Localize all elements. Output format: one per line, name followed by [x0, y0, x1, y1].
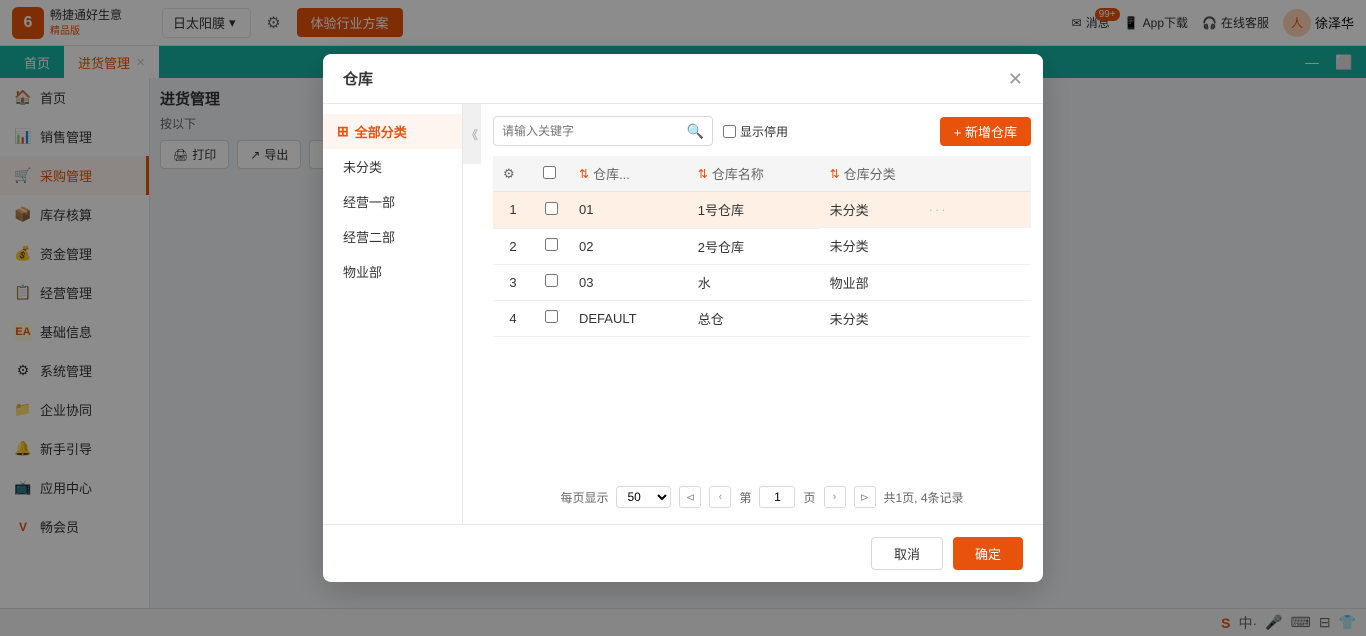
chevron-left-icon: 《 — [466, 126, 478, 143]
row-name-1: 1号仓库 — [688, 192, 820, 229]
add-warehouse-button[interactable]: + 新增仓库 — [940, 117, 1031, 146]
show-disabled-label: 显示停用 — [740, 123, 788, 140]
row-num: 4 — [493, 300, 533, 336]
row-name-4: 总仓 — [688, 300, 820, 336]
modal-main: 🔍 显示停用 + 新增仓库 ⚙ — [481, 104, 1043, 524]
modal-sidebar-dept2[interactable]: 经营二部 — [323, 219, 462, 254]
row-select-4[interactable] — [545, 310, 558, 323]
col-header-checkbox — [533, 156, 569, 192]
row-checkbox — [533, 192, 569, 229]
modal-sidebar-property[interactable]: 物业部 — [323, 254, 462, 289]
row-code-3: 03 — [569, 264, 688, 300]
all-category-label: 全部分类 — [355, 122, 407, 141]
row-code-1: 01 — [569, 192, 688, 229]
table-row[interactable]: 2 02 2号仓库 未分类 — [493, 228, 1031, 264]
select-all-checkbox[interactable] — [543, 166, 556, 179]
page-last-button[interactable]: ⊳ — [854, 486, 876, 508]
row-category-3: 物业部 — [820, 264, 1031, 300]
row-select-2[interactable] — [545, 238, 558, 251]
cancel-button[interactable]: 取消 — [871, 537, 943, 570]
table-body: 1 01 1号仓库 未分类 ··· 2 — [493, 192, 1031, 337]
page-suffix: 页 — [803, 489, 815, 506]
pagination: 每页显示 50 100 ⊲ ‹ 第 页 › ⊳ 共1页, 4条记录 — [493, 476, 1031, 512]
row-code-4: DEFAULT — [569, 300, 688, 336]
search-input[interactable] — [502, 124, 687, 138]
row-actions-1[interactable]: ··· — [929, 202, 948, 217]
row-checkbox — [533, 228, 569, 264]
row-checkbox — [533, 264, 569, 300]
sort-icon-code: ⇅ — [579, 167, 589, 181]
modal-close-button[interactable]: ✕ — [1008, 70, 1023, 88]
sidebar-collapse-button[interactable]: 《 — [463, 104, 481, 164]
confirm-button[interactable]: 确定 — [953, 537, 1023, 570]
col-header-code: ⇅ 仓库... — [569, 156, 688, 192]
modal-search-bar: 🔍 显示停用 + 新增仓库 — [493, 116, 1031, 146]
modal-header: 仓库 ✕ — [323, 54, 1043, 104]
modal-title: 仓库 — [343, 68, 373, 89]
col-code-label: 仓库... — [593, 164, 630, 183]
col-header-category: ⇅ 仓库分类 — [820, 156, 1031, 192]
page-label: 第 — [739, 489, 751, 506]
col-name-label: 仓库名称 — [712, 164, 764, 183]
table-row[interactable]: 3 03 水 物业部 — [493, 264, 1031, 300]
table-header-row: ⚙ ⇅ 仓库... — [493, 156, 1031, 192]
per-page-select[interactable]: 50 100 — [616, 486, 671, 508]
warehouse-table: ⚙ ⇅ 仓库... — [493, 156, 1031, 337]
warehouse-modal: 仓库 ✕ ⊞ 全部分类 未分类 经营一部 经营二部 物业部 《 — [323, 54, 1043, 582]
page-prev-button[interactable]: ‹ — [709, 486, 731, 508]
row-select-3[interactable] — [545, 274, 558, 287]
row-category-1: 未分类 ··· — [820, 192, 1031, 228]
modal-sidebar-dept1[interactable]: 经营一部 — [323, 184, 462, 219]
row-num: 3 — [493, 264, 533, 300]
modal-footer: 取消 确定 — [323, 524, 1043, 582]
search-icon[interactable]: 🔍 — [687, 123, 704, 140]
row-name-2: 2号仓库 — [688, 228, 820, 264]
row-select-1[interactable] — [545, 202, 558, 215]
col-header-gear: ⚙ — [493, 156, 533, 192]
col-category-label: 仓库分类 — [844, 164, 896, 183]
modal-sidebar-all[interactable]: ⊞ 全部分类 — [323, 114, 462, 149]
row-category-2: 未分类 — [820, 228, 1031, 264]
table-row[interactable]: 4 DEFAULT 总仓 未分类 — [493, 300, 1031, 336]
show-disabled-wrap: 显示停用 — [723, 123, 788, 140]
modal-overlay: 仓库 ✕ ⊞ 全部分类 未分类 经营一部 经营二部 物业部 《 — [0, 0, 1366, 636]
col-header-name: ⇅ 仓库名称 — [688, 156, 820, 192]
row-category-4: 未分类 — [820, 300, 1031, 336]
row-num: 2 — [493, 228, 533, 264]
row-num: 1 — [493, 192, 533, 229]
total-label: 共1页, 4条记录 — [884, 489, 964, 506]
modal-sidebar-uncategorized[interactable]: 未分类 — [323, 149, 462, 184]
gear-icon: ⚙ — [503, 166, 515, 181]
modal-body: ⊞ 全部分类 未分类 经营一部 经营二部 物业部 《 🔍 — [323, 104, 1043, 524]
grid-icon: ⊞ — [337, 123, 349, 140]
search-input-wrap: 🔍 — [493, 116, 713, 146]
page-first-button[interactable]: ⊲ — [679, 486, 701, 508]
per-page-label: 每页显示 — [560, 489, 608, 506]
row-name-3: 水 — [688, 264, 820, 300]
sort-icon-category: ⇅ — [830, 167, 840, 181]
modal-sidebar: ⊞ 全部分类 未分类 经营一部 经营二部 物业部 — [323, 104, 463, 524]
page-next-button[interactable]: › — [824, 486, 846, 508]
show-disabled-checkbox[interactable] — [723, 125, 736, 138]
page-input[interactable] — [759, 486, 795, 508]
row-checkbox — [533, 300, 569, 336]
sort-icon-name: ⇅ — [698, 167, 708, 181]
row-code-2: 02 — [569, 228, 688, 264]
table-row[interactable]: 1 01 1号仓库 未分类 ··· — [493, 192, 1031, 229]
